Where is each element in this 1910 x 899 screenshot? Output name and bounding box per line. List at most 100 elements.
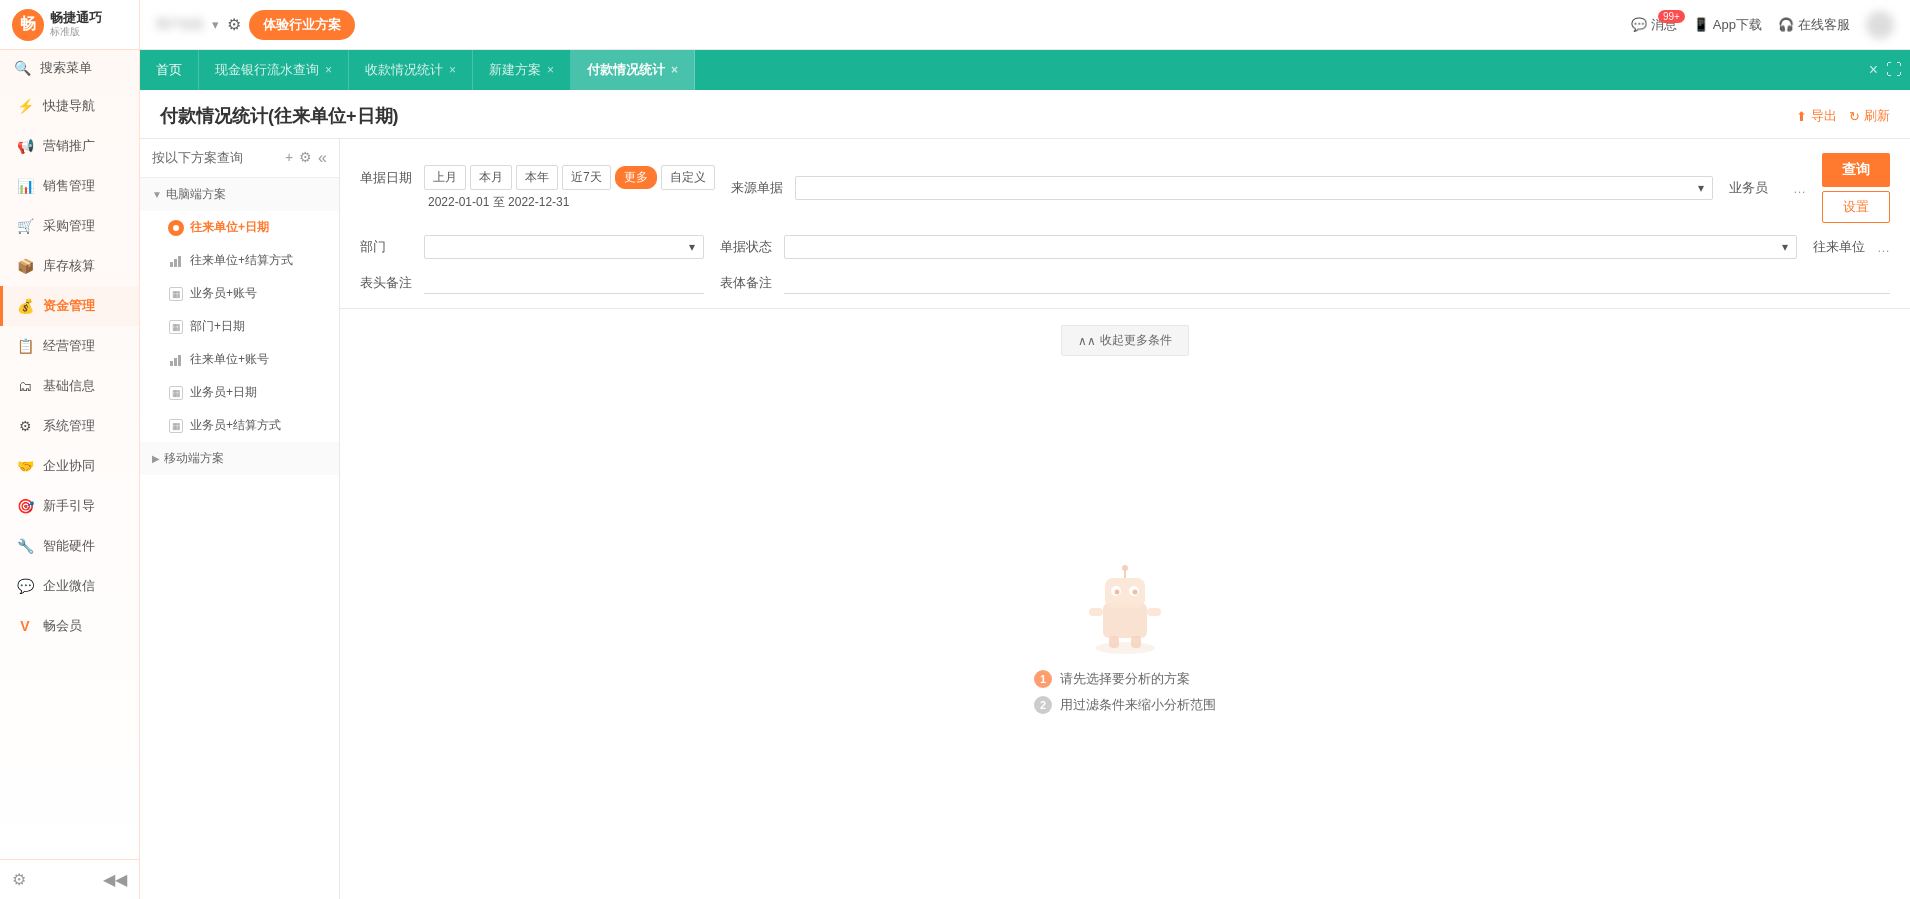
tab-payment-stats[interactable]: 付款情况统计 × — [571, 50, 695, 90]
tab-receipt-stats[interactable]: 收款情况统计 × — [349, 50, 473, 90]
page-title: 付款情况统计(往来单位+日期) — [160, 104, 399, 128]
tab-payment-stats-close[interactable]: × — [671, 63, 678, 77]
scheme-item-staff-account-icon: ▦ — [168, 286, 184, 302]
partner-label: 往来单位 — [1813, 238, 1869, 256]
refresh-btn[interactable]: ↻ 刷新 — [1849, 107, 1890, 125]
scheme-add-icon[interactable]: + — [285, 149, 293, 167]
scheme-item-staff-account[interactable]: ▦ 业务员+账号 — [140, 277, 339, 310]
scheme-group-desktop-header[interactable]: ▼ 电脑端方案 — [140, 178, 339, 211]
partner-more-btn[interactable]: … — [1877, 240, 1890, 255]
scheme-item-unit-account-icon — [168, 352, 184, 368]
tab-cash-flow[interactable]: 现金银行流水查询 × — [199, 50, 349, 90]
collapse-more-btn[interactable]: ∧∧ 收起更多条件 — [1061, 325, 1189, 356]
sidebar-item-marketing-label: 营销推广 — [43, 137, 95, 155]
sidebar-item-guide[interactable]: 🎯 新手引导 — [0, 486, 139, 526]
tab-receipt-stats-close[interactable]: × — [449, 63, 456, 77]
note-body-input[interactable] — [784, 271, 1890, 294]
page-content: 付款情况统计(往来单位+日期) ⬆ 导出 ↻ 刷新 按以下方案查询 + — [140, 90, 1910, 899]
sidebar-item-inventory[interactable]: 📦 库存核算 — [0, 246, 139, 286]
sidebar-item-vip[interactable]: V 畅会员 — [0, 606, 139, 646]
sidebar-item-system[interactable]: ⚙ 系统管理 — [0, 406, 139, 446]
sidebar-item-company[interactable]: 🤝 企业协同 — [0, 446, 139, 486]
sidebar-item-basic-info[interactable]: 🗂 基础信息 — [0, 366, 139, 406]
date-btn-7days[interactable]: 近7天 — [562, 165, 611, 190]
expand-tab-icon[interactable]: ⛶ — [1886, 61, 1902, 79]
topbar-gear-icon[interactable]: ⚙ — [227, 15, 241, 34]
empty-state: 1 请先选择要分析的方案 2 用过滤条件来缩小分析范围 — [340, 372, 1910, 899]
operations-icon: 📋 — [15, 336, 35, 356]
quick-nav-icon: ⚡ — [15, 96, 35, 116]
export-btn[interactable]: ⬆ 导出 — [1796, 107, 1837, 125]
scheme-item-staff-account-label: 业务员+账号 — [190, 285, 257, 302]
staff-section: 业务员 … — [1729, 179, 1806, 197]
scheme-group-mobile-header[interactable]: ▶ 移动端方案 — [140, 442, 339, 475]
scheme-item-unit-date-label: 往来单位+日期 — [190, 219, 269, 236]
sidebar-item-quick-nav[interactable]: ⚡ 快捷导航 — [0, 86, 139, 126]
msg-icon: 💬 — [1631, 17, 1647, 32]
doc-status-select[interactable]: ▾ — [784, 235, 1797, 259]
tab-cash-flow-close[interactable]: × — [325, 63, 332, 77]
sidebar-item-marketing[interactable]: 📢 营销推广 — [0, 126, 139, 166]
dept-select[interactable]: ▾ — [424, 235, 704, 259]
source-select[interactable]: ▾ — [795, 176, 1713, 200]
sidebar-item-funds-label: 资金管理 — [43, 297, 95, 315]
scheme-item-unit-account[interactable]: 往来单位+账号 — [140, 343, 339, 376]
svg-rect-0 — [170, 262, 173, 267]
sidebar-item-smart-hw[interactable]: 🔧 智能硬件 — [0, 526, 139, 566]
search-menu-item[interactable]: 🔍 搜索菜单 — [0, 50, 139, 86]
tab-new-plan[interactable]: 新建方案 × — [473, 50, 571, 90]
inventory-icon: 📦 — [15, 256, 35, 276]
scheme-item-unit-settle[interactable]: 往来单位+结算方式 — [140, 244, 339, 277]
note-header-input[interactable] — [424, 271, 704, 294]
scheme-collapse-btn[interactable]: « — [318, 149, 327, 167]
sidebar-item-sales[interactable]: 📊 销售管理 — [0, 166, 139, 206]
tab-new-plan-close[interactable]: × — [547, 63, 554, 77]
empty-illustration — [1075, 558, 1175, 658]
sidebar-item-sales-label: 销售管理 — [43, 177, 95, 195]
sidebar-item-corp-wechat[interactable]: 💬 企业微信 — [0, 566, 139, 606]
user-dropdown-icon[interactable]: ▾ — [212, 17, 219, 32]
trial-btn[interactable]: 体验行业方案 — [249, 10, 355, 40]
scheme-group-desktop: ▼ 电脑端方案 往来单位+日期 往来单位+结算方式 — [140, 178, 339, 442]
scheme-item-staff-date[interactable]: ▦ 业务员+日期 — [140, 376, 339, 409]
app-download-btn[interactable]: 📱 App下载 — [1693, 16, 1762, 34]
collapse-sidebar-icon[interactable]: ◀◀ — [103, 870, 127, 889]
scheme-panel-actions: + ⚙ « — [285, 149, 327, 167]
app-icon: 📱 — [1693, 17, 1709, 32]
date-btn-this-year[interactable]: 本年 — [516, 165, 558, 190]
tab-new-plan-label: 新建方案 — [489, 61, 541, 79]
scheme-item-staff-settle[interactable]: ▦ 业务员+结算方式 — [140, 409, 339, 442]
scheme-item-dept-date-label: 部门+日期 — [190, 318, 245, 335]
close-all-tabs-icon[interactable]: × — [1869, 61, 1878, 79]
sidebar-item-purchase[interactable]: 🛒 采购管理 — [0, 206, 139, 246]
scheme-item-dept-date[interactable]: ▦ 部门+日期 — [140, 310, 339, 343]
source-label: 来源单据 — [731, 179, 787, 197]
date-btn-last-month[interactable]: 上月 — [424, 165, 466, 190]
sidebar-item-basic-info-label: 基础信息 — [43, 377, 95, 395]
staff-more-btn[interactable]: … — [1793, 181, 1806, 196]
sidebar-item-system-label: 系统管理 — [43, 417, 95, 435]
sidebar-item-funds[interactable]: 💰 资金管理 — [0, 286, 139, 326]
desktop-group-arrow: ▼ — [152, 189, 162, 200]
settings-btn[interactable]: 设置 — [1822, 191, 1890, 223]
settings-footer-icon[interactable]: ⚙ — [12, 870, 26, 889]
date-btn-custom[interactable]: 自定义 — [661, 165, 715, 190]
query-btn[interactable]: 查询 — [1822, 153, 1890, 187]
source-select-arrow: ▾ — [1698, 181, 1704, 195]
date-btn-more[interactable]: 更多 — [615, 166, 657, 189]
scheme-settings-icon[interactable]: ⚙ — [299, 149, 312, 167]
svg-rect-16 — [1147, 608, 1161, 616]
filter-form: 单据日期 上月 本月 本年 近7天 更多 自定义 — [340, 139, 1910, 309]
doc-status-label: 单据状态 — [720, 238, 776, 256]
online-service-btn[interactable]: 🎧 在线客服 — [1778, 16, 1850, 34]
tab-home[interactable]: 首页 — [140, 50, 199, 90]
tip2-num: 2 — [1034, 696, 1052, 714]
msg-btn[interactable]: 💬 消息 99+ — [1631, 16, 1677, 34]
scheme-item-staff-settle-icon: ▦ — [168, 418, 184, 434]
user-avatar[interactable] — [1866, 11, 1894, 39]
sidebar-item-operations[interactable]: 📋 经营管理 — [0, 326, 139, 366]
smart-hw-icon: 🔧 — [15, 536, 35, 556]
date-btn-this-month[interactable]: 本月 — [470, 165, 512, 190]
scheme-item-unit-date[interactable]: 往来单位+日期 — [140, 211, 339, 244]
mobile-group-label: 移动端方案 — [164, 450, 224, 467]
